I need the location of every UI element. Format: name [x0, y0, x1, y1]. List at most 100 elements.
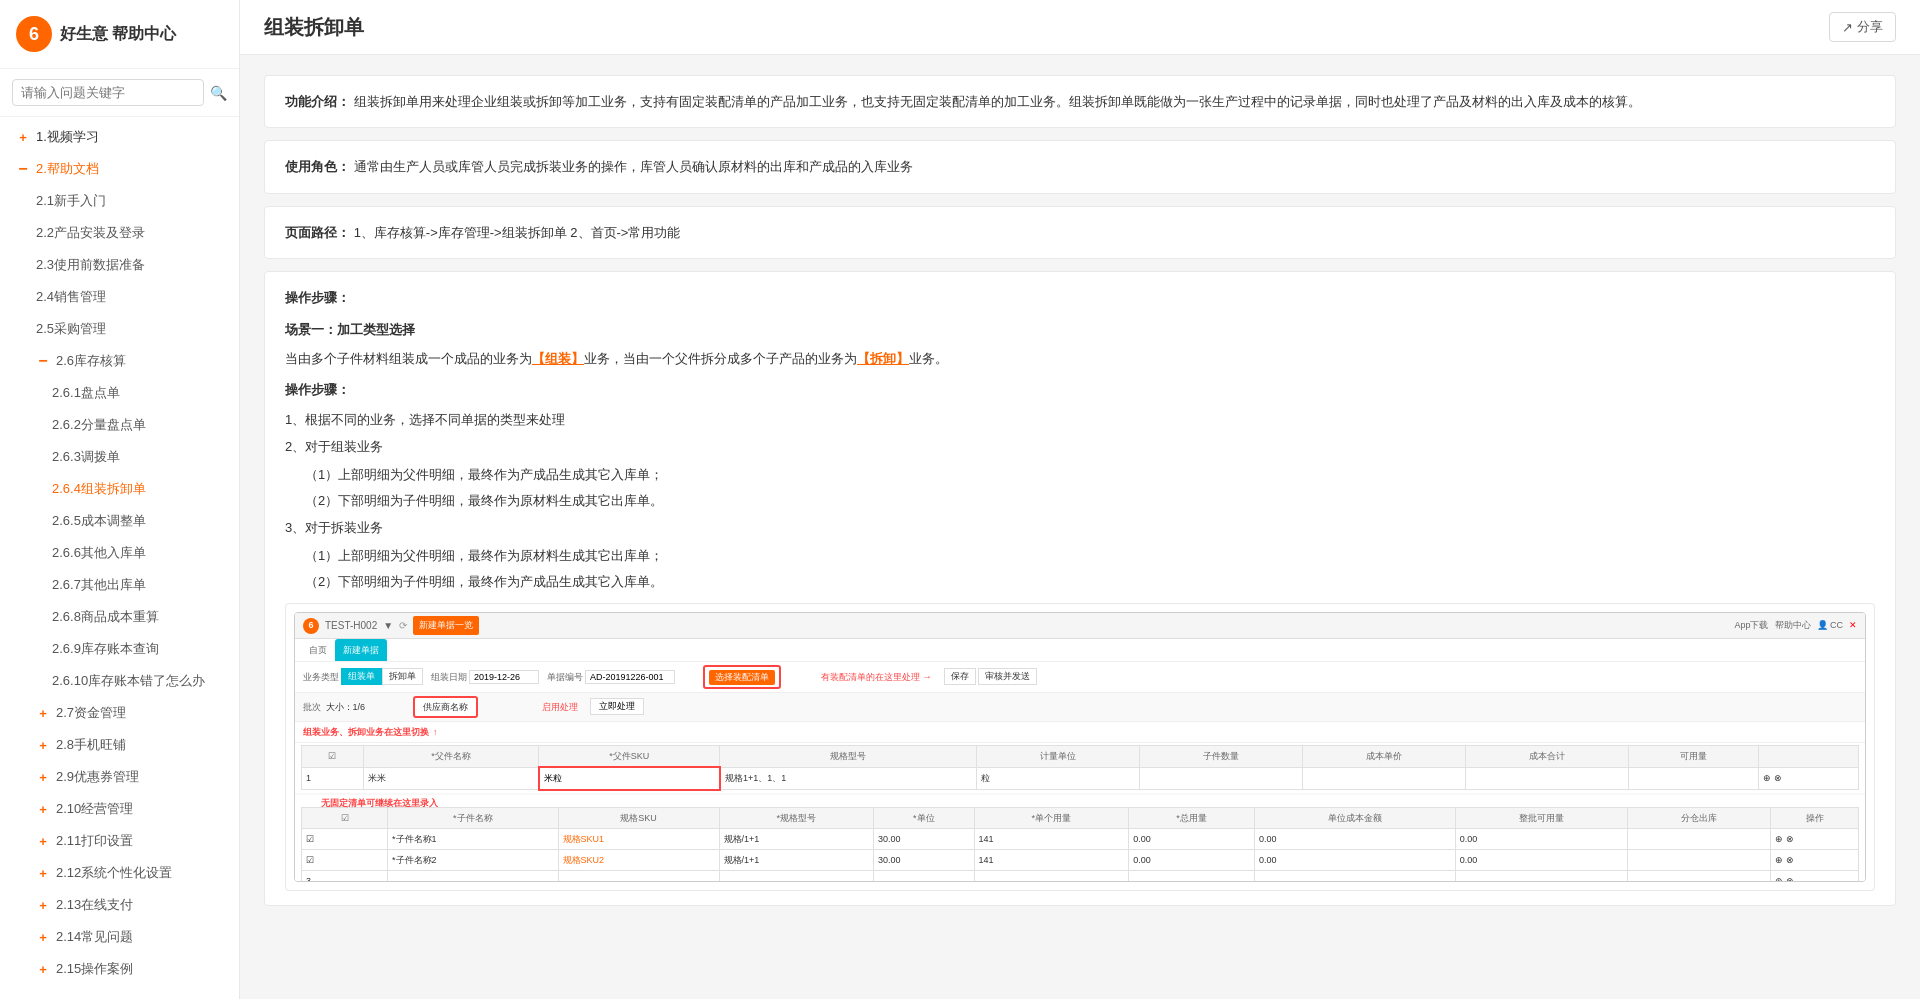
sidebar-item-2-15-label: 2.15操作案例	[56, 960, 133, 978]
sidebar-item-2-6-2[interactable]: 2.6.2分量盘点单	[0, 409, 239, 441]
ss-docnum-label: 单据编号	[547, 669, 583, 685]
ss-annotation-wuguding: 无固定清单可继续在这里录入	[321, 795, 438, 811]
ss-ltd-num-3: 3	[302, 871, 388, 882]
ss-upper-td-name: 米米	[363, 767, 539, 789]
sidebar-item-2-15[interactable]: + 2.15操作案例	[0, 953, 239, 985]
sidebar-item-2-6-3[interactable]: 2.6.3调拨单	[0, 441, 239, 473]
ss-ltd-sku-2: 规格SKU2	[558, 849, 719, 870]
ss-ltd-name-3	[388, 871, 559, 882]
role-label: 使用角色：	[285, 159, 350, 174]
sidebar-item-docs-2-3-label: 2.3使用前数据准备	[36, 256, 145, 274]
sidebar-item-2-12[interactable]: + 2.12系统个性化设置	[0, 857, 239, 889]
sidebar-item-2-6-5[interactable]: 2.6.5成本调整单	[0, 505, 239, 537]
search-button[interactable]: 🔍	[210, 85, 227, 101]
ss-lower-row-1: ☑ *子件名称1 规格SKU1 规格/1+1 30.00 141 0.00 0.…	[302, 828, 1859, 849]
share-button[interactable]: ↗ 分享	[1829, 12, 1896, 42]
page-title: 组装拆卸单	[264, 14, 364, 41]
ss-annotation-zuzhuang: 组装业务、拆卸业务在这里切换	[303, 724, 429, 740]
ss-type-annotation-row: 组装业务、拆卸业务在这里切换 ↑	[295, 722, 1865, 743]
sidebar-item-2-7[interactable]: + 2.7资金管理	[0, 697, 239, 729]
ss-annotation-peizhiqingdan: 有装配清单的在这里处理	[821, 669, 920, 685]
ss-lth-spec: *规格型号	[719, 807, 874, 828]
ss-ltd-num-1: ☑	[302, 828, 388, 849]
sidebar-item-2-6-7[interactable]: 2.6.7其他出库单	[0, 569, 239, 601]
ss-select-sku-btn[interactable]: 选择装配清单	[709, 670, 775, 685]
search-input[interactable]	[12, 79, 204, 106]
ss-ltd-unit-3	[874, 871, 974, 882]
ss-annotation-qiyong: 启用处理	[542, 699, 578, 715]
ss-upper-td-sku-highlight	[539, 767, 720, 789]
ss-ltd-qty-3	[974, 871, 1129, 882]
sidebar-item-docs-2-3[interactable]: 2.3使用前数据准备	[0, 249, 239, 281]
sidebar-item-2-6-10[interactable]: 2.6.10库存账本错了怎么办	[0, 665, 239, 697]
ss-ltd-store-1	[1627, 828, 1770, 849]
sidebar-item-docs-2-4[interactable]: 2.4销售管理	[0, 281, 239, 313]
sidebar-item-2-6-1[interactable]: 2.6.1盘点单	[0, 377, 239, 409]
sidebar-item-2-14[interactable]: + 2.14常见问题	[0, 921, 239, 953]
plus-icon-2-7: +	[36, 706, 50, 720]
ss-new-btn[interactable]: 新建单据一览	[413, 616, 479, 634]
ss-arrow-down: ↑	[433, 724, 438, 740]
sidebar-item-2-8[interactable]: + 2.8手机旺铺	[0, 729, 239, 761]
sidebar-item-2-10[interactable]: + 2.10经营管理	[0, 793, 239, 825]
role-block: 使用角色： 通常由生产人员或库管人员完成拆装业务的操作，库管人员确认原材料的出库…	[264, 140, 1896, 193]
ss-ltd-cost-1: 0.00	[1255, 828, 1456, 849]
sidebar-item-2-6-7-label: 2.6.7其他出库单	[52, 576, 146, 594]
chaichuo-link[interactable]: 【拆卸】	[857, 351, 909, 366]
ss-apply-btn[interactable]: 立即处理	[590, 698, 644, 715]
sidebar-item-2-11[interactable]: + 2.11打印设置	[0, 825, 239, 857]
role-text: 通常由生产人员或库管人员完成拆装业务的操作，库管人员确认原材料的出库和产成品的入…	[354, 159, 913, 174]
ss-date-input[interactable]	[469, 670, 539, 684]
ss-qiyong-input[interactable]: 供应商名称	[413, 696, 478, 718]
sidebar-item-2-6-9[interactable]: 2.6.9库存账本查询	[0, 633, 239, 665]
sidebar-item-2-9[interactable]: + 2.9优惠券管理	[0, 761, 239, 793]
sidebar-nav: + 1.视频学习 − 2.帮助文档 2.1新手入门 2.2产品安装及登录 2.3…	[0, 117, 239, 989]
sidebar-item-docs-2-2[interactable]: 2.2产品安装及登录	[0, 217, 239, 249]
sidebar-item-2-7-label: 2.7资金管理	[56, 704, 126, 722]
ss-dropdown-icon: ▼	[383, 617, 393, 635]
ss-docnum-input[interactable]	[585, 670, 675, 684]
sidebar-item-2-6-4[interactable]: 2.6.4组装拆卸单	[0, 473, 239, 505]
ss-app-store: App下载	[1734, 617, 1768, 633]
sidebar-item-docs[interactable]: − 2.帮助文档	[0, 153, 239, 185]
sidebar-item-docs-2-1[interactable]: 2.1新手入门	[0, 185, 239, 217]
ss-th-sku: *父件SKU	[539, 746, 720, 768]
sidebar-item-2-6-1-label: 2.6.1盘点单	[52, 384, 120, 402]
scene1-desc: 当由多个子件材料组装成一个成品的业务为【组装】业务，当由一个父件拆分成多个子产品…	[285, 347, 1875, 370]
ss-ltd-num-2: ☑	[302, 849, 388, 870]
screenshot-container: 6 TEST-H002 ▼ ⟳ 新建单据一览 App下载 帮助中心 👤 CC	[285, 603, 1875, 891]
ss-tab-active[interactable]: 新建单据	[335, 639, 387, 661]
ss-th-name: *父件名称	[363, 746, 539, 768]
sidebar-item-docs-2-5[interactable]: 2.5采购管理	[0, 313, 239, 345]
sidebar-item-2-6-8[interactable]: 2.6.8商品成本重算	[0, 601, 239, 633]
search-box[interactable]: 🔍	[0, 69, 239, 117]
sidebar: 6 好生意 帮助中心 🔍 + 1.视频学习 − 2.帮助文档 2.1新手入门 2…	[0, 0, 240, 999]
ss-ltd-store-3	[1627, 871, 1770, 882]
ss-review-btn[interactable]: 审核并发送	[978, 668, 1037, 685]
sidebar-item-docs-2-6[interactable]: − 2.6库存核算	[0, 345, 239, 377]
plus-icon-2-13: +	[36, 898, 50, 912]
sidebar-item-2-6-6[interactable]: 2.6.6其他入库单	[0, 537, 239, 569]
content-area: 功能介绍： 组装拆卸单用来处理企业组装或拆卸等加工业务，支持有固定装配清单的产品…	[240, 55, 1920, 999]
ss-action-btns: 保存 审核并发送	[944, 668, 1037, 685]
sidebar-item-docs-2-5-label: 2.5采购管理	[36, 320, 106, 338]
ss-close[interactable]: ✕	[1849, 617, 1857, 633]
ss-lth-ops: 操作	[1771, 807, 1859, 828]
sidebar-item-2-9-label: 2.9优惠券管理	[56, 768, 139, 786]
ss-sku-input[interactable]	[544, 774, 584, 784]
ss-type-chai-btn[interactable]: 拆卸单	[382, 668, 423, 685]
ss-ltd-qty-2: 141	[974, 849, 1129, 870]
ss-type-org-btn[interactable]: 组装单	[341, 668, 382, 685]
ss-peizhiqingdan-area: 选择装配清单 有装配清单的在这里处理 →	[703, 665, 932, 689]
sidebar-item-2-13[interactable]: + 2.13在线支付	[0, 889, 239, 921]
ss-ltd-store-2	[1627, 849, 1770, 870]
ss-save-btn[interactable]: 保存	[944, 668, 976, 685]
ss-tab-home[interactable]: 自页	[301, 639, 335, 661]
feature-intro-text: 组装拆卸单用来处理企业组装或拆卸等加工业务，支持有固定装配清单的产品加工业务，也…	[354, 94, 1641, 109]
zuzhang-link[interactable]: 【组装】	[532, 351, 584, 366]
sidebar-item-2-6-8-label: 2.6.8商品成本重算	[52, 608, 159, 626]
sidebar-item-video[interactable]: + 1.视频学习	[0, 121, 239, 153]
ss-lth-cost: 单位成本金额	[1255, 807, 1456, 828]
sidebar-item-docs-2-6-label: 2.6库存核算	[56, 352, 126, 370]
ss-ltd-sku-1: 规格SKU1	[558, 828, 719, 849]
